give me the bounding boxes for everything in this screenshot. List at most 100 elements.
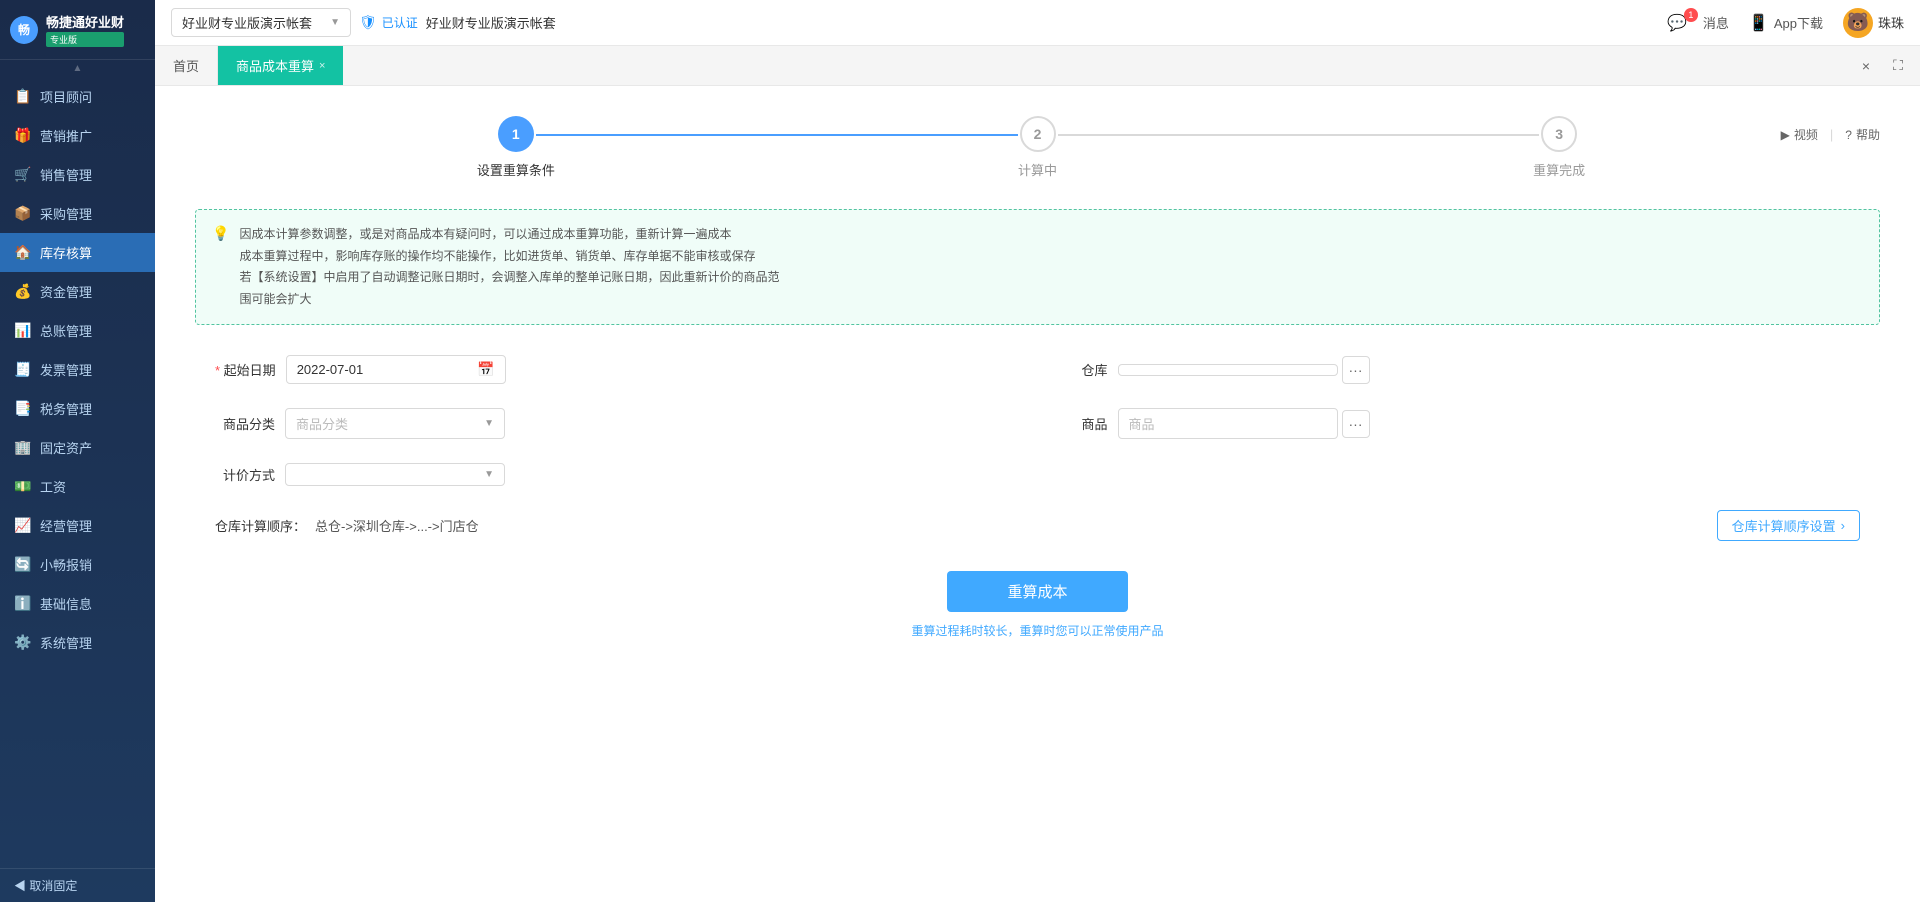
submit-section: 重算成本 重算过程耗时较长，重算时您可以正常使用产品 [215,571,1860,639]
warehouse-order-btn-label: 仓库计算顺序设置 [1732,516,1836,535]
info-line-1: 因成本计算参数调整，或是对商品成本有疑问时，可以通过成本重算功能，重新计算一遍成… [239,224,779,246]
calendar-icon[interactable]: 📅 [477,361,494,378]
sidebar-item-project[interactable]: 📋 项目顾问 [0,77,155,116]
help-label: 帮助 [1856,126,1880,143]
sidebar-item-label-purchase: 采购管理 [40,204,92,223]
sidebar-logo-title: 畅捷通好业财 [46,12,124,31]
sidebar-item-label-accounting: 总账管理 [40,321,92,340]
tab-home-label: 首页 [173,56,199,75]
warehouse-order-row: 仓库计算顺序： 总仓->深圳仓库->...->门店仓 仓库计算顺序设置 › [215,510,1860,541]
window-expand-button[interactable]: ⛶ [1886,54,1910,78]
pricing-select[interactable]: ▼ [285,463,505,486]
basic-icon: ℹ️ [14,595,32,612]
project-icon: 📋 [14,88,32,105]
sidebar-unpin-label: ◀ 取消固定 [14,877,77,894]
system-icon: ⚙️ [14,634,32,651]
start-date-input[interactable]: 2022-07-01 📅 [286,355,506,384]
sidebar-item-basic[interactable]: ℹ️ 基础信息 [0,584,155,623]
submit-label: 重算成本 [1007,584,1067,601]
avatar: 🐻 [1843,8,1873,38]
submit-button[interactable]: 重算成本 [947,571,1127,612]
tab-home[interactable]: 首页 [155,46,218,85]
sidebar-item-label-finance: 资金管理 [40,282,92,301]
sidebar-item-expense[interactable]: 🔄 小畅报销 [0,545,155,584]
sidebar-item-system[interactable]: ⚙️ 系统管理 [0,623,155,662]
sidebar-item-sales[interactable]: 🛒 销售管理 [0,155,155,194]
account-select[interactable]: 好业财专业版演示帐套 ▼ [171,8,351,37]
category-label: 商品分类 [215,414,285,433]
shield-icon: 🛡 [359,14,377,31]
sidebar-item-label-marketing: 营销推广 [40,126,92,145]
sidebar-item-inventory[interactable]: 🏠 库存核算 [0,233,155,272]
verified-badge: 🛡 已认证 [359,14,418,31]
sidebar-item-label-project: 项目顾问 [40,87,92,106]
app-download-button[interactable]: 📱 App下载 [1749,13,1823,33]
tab-recalc-label: 商品成本重算 [236,56,314,75]
category-group: 商品分类 商品分类 ▼ [215,408,1008,439]
goods-input[interactable]: 商品 [1118,408,1338,439]
form-row-category-goods: 商品分类 商品分类 ▼ 商品 商品 ··· [215,408,1860,439]
sidebar-unpin-button[interactable]: ◀ 取消固定 [0,868,155,902]
sidebar-item-accounting[interactable]: 📊 总账管理 [0,311,155,350]
sidebar-item-assets[interactable]: 🏢 固定资产 [0,428,155,467]
sidebar-item-invoice[interactable]: 🧾 发票管理 [0,350,155,389]
sidebar-item-label-operation: 经营管理 [40,516,92,535]
topbar-right: 💬 1 消息 📱 App下载 🐻 珠珠 [1667,8,1904,38]
sidebar-item-salary[interactable]: 💵 工资 [0,467,155,506]
info-line-2: 成本重算过程中，影响库存账的操作均不能操作，比如进货单、销货单、库存单据不能审核… [239,246,779,268]
category-select[interactable]: 商品分类 ▼ [285,408,505,439]
finance-icon: 💰 [14,283,32,300]
chevron-right-icon: › [1841,518,1845,533]
tabs-bar: 首页 商品成本重算 × × ⛶ [155,46,1920,86]
sidebar-item-marketing[interactable]: 🎁 营销推广 [0,116,155,155]
message-button[interactable]: 💬 1 消息 [1667,13,1729,33]
assets-icon: 🏢 [14,439,32,456]
step-3-number: 3 [1555,126,1563,142]
sidebar-item-label-invoice: 发票管理 [40,360,92,379]
goods-placeholder: 商品 [1129,414,1327,433]
sidebar-logo-info: 畅捷通好业财 专业版 [46,12,124,47]
sidebar-badge: 专业版 [46,32,124,47]
sidebar-item-label-tax: 税务管理 [40,399,92,418]
warehouse-dots-button[interactable]: ··· [1342,356,1370,384]
sidebar-item-finance[interactable]: 💰 资金管理 [0,272,155,311]
tab-recalc-close[interactable]: × [319,60,325,72]
sidebar-item-operation[interactable]: 📈 经营管理 [0,506,155,545]
goods-label: 商品 [1068,414,1118,433]
sidebar-item-purchase[interactable]: 📦 采购管理 [0,194,155,233]
goods-group: 商品 商品 ··· [1008,408,1861,439]
info-line-3: 若【系统设置】中启用了自动调整记账日期时，会调整入库单的整单记账日期，因此重新计… [239,267,779,289]
video-button[interactable]: ▶ 视频 [1781,126,1818,143]
phone-icon: 📱 [1749,13,1769,33]
accounting-icon: 📊 [14,322,32,339]
notification-badge: 1 [1684,8,1698,22]
start-date-label: 起始日期 [215,360,286,379]
warehouse-group: 仓库 ··· [1008,356,1861,384]
start-date-value: 2022-07-01 [297,362,472,377]
sidebar-item-tax[interactable]: 📑 税务管理 [0,389,155,428]
sales-icon: 🛒 [14,166,32,183]
form-section: 起始日期 2022-07-01 📅 仓库 ··· 商品分类 [195,355,1880,639]
goods-dots-button[interactable]: ··· [1342,410,1370,438]
marketing-icon: 🎁 [14,127,32,144]
sidebar-item-label-basic: 基础信息 [40,594,92,613]
step-2-circle: 2 [1020,116,1056,152]
sidebar-item-label-salary: 工资 [40,477,66,496]
page-content: 1 设置重算条件 2 计算中 3 重算完成 ▶ [155,86,1920,902]
step-3-label: 重算完成 [1533,160,1585,179]
warehouse-input[interactable] [1118,364,1338,376]
purchase-icon: 📦 [14,205,32,222]
help-button[interactable]: ? 帮助 [1845,126,1880,143]
tab-recalc[interactable]: 商品成本重算 × [218,46,343,85]
user-menu[interactable]: 🐻 珠珠 [1843,8,1904,38]
step-3-circle: 3 [1541,116,1577,152]
sidebar-item-label-inventory: 库存核算 [40,243,92,262]
window-close-button[interactable]: × [1854,54,1878,78]
sidebar-logo: 畅 畅捷通好业财 专业版 [0,0,155,60]
warehouse-label: 仓库 [1068,360,1118,379]
sidebar-item-label-system: 系统管理 [40,633,92,652]
play-icon: ▶ [1781,128,1790,142]
step-2: 2 计算中 [777,116,1299,179]
warehouse-order-settings-button[interactable]: 仓库计算顺序设置 › [1717,510,1860,541]
category-arrow-icon: ▼ [484,418,494,429]
